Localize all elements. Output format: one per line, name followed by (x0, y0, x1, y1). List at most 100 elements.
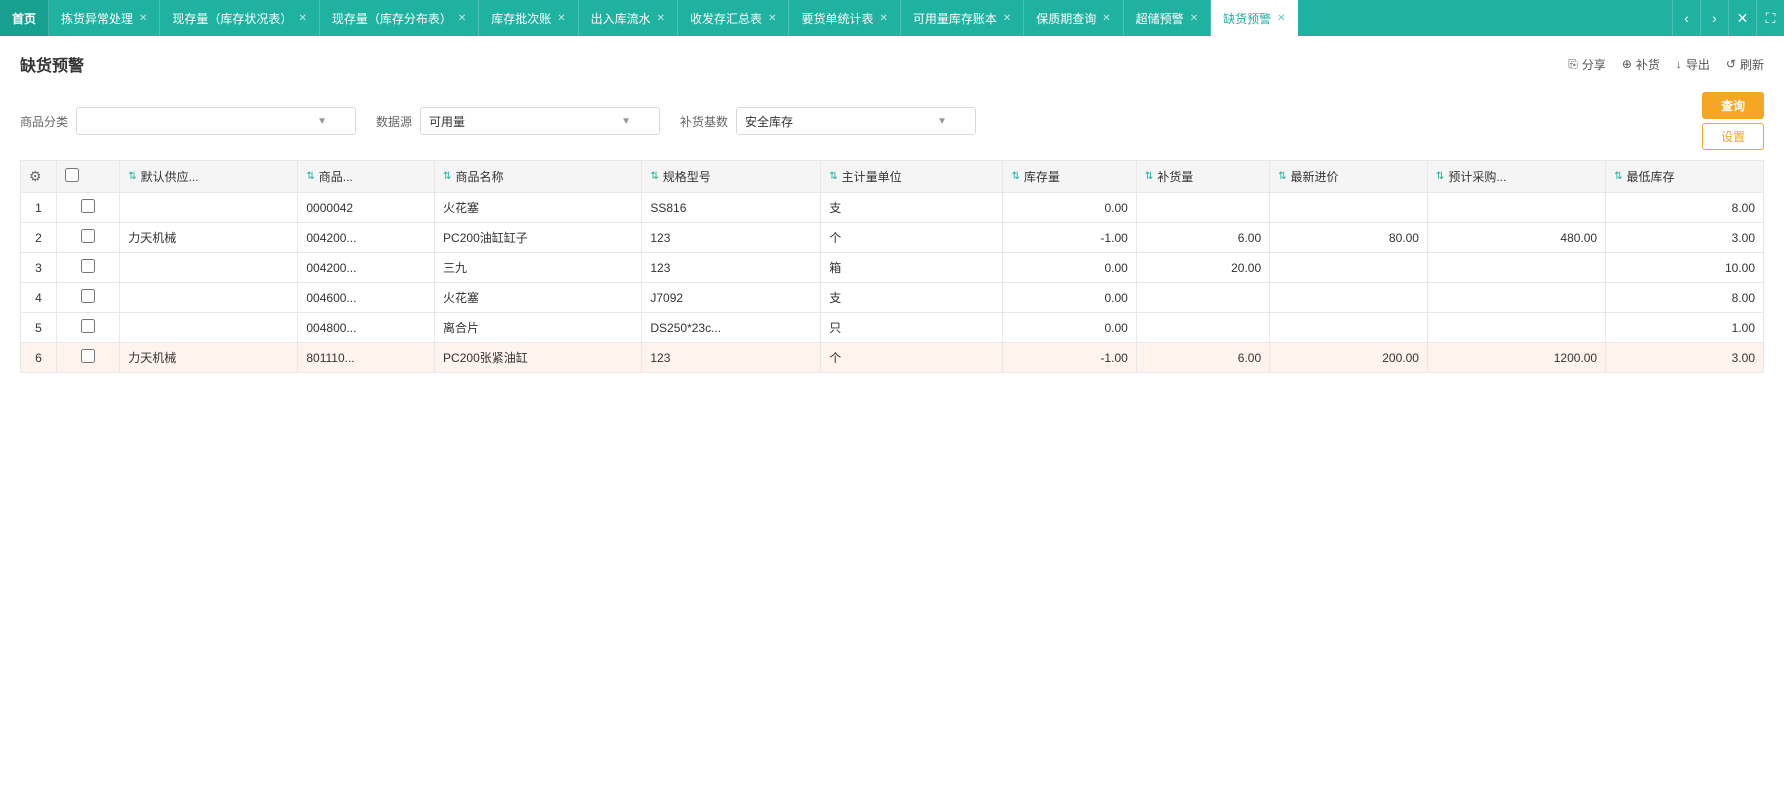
export-button[interactable]: ↓ 导出 (1676, 56, 1710, 73)
sort-icon: ⇅ (306, 171, 314, 182)
row-est-purchase: 1200.00 (1427, 343, 1605, 373)
row-stock: 0.00 (1003, 253, 1136, 283)
category-label: 商品分类 (20, 113, 68, 130)
row-replenish (1136, 313, 1269, 343)
th-latest-price: ⇅ 最新进价 (1270, 161, 1428, 193)
row-checkbox[interactable] (81, 289, 95, 303)
refresh-button[interactable]: ↺ 刷新 (1726, 56, 1764, 73)
row-supplier (120, 283, 298, 313)
row-goods-name: 离合片 (435, 313, 642, 343)
tab-kucunpici[interactable]: 库存批次账 ✕ (479, 0, 578, 36)
close-icon[interactable]: ✕ (139, 13, 147, 24)
row-spec: DS250*23c... (642, 313, 821, 343)
table-row: 2 力天机械 004200... PC200油缸缸子 123 个 -1.00 6… (21, 223, 1764, 253)
row-no: 4 (21, 283, 57, 313)
row-checkbox[interactable] (81, 349, 95, 363)
tab-home[interactable]: 首页 (0, 0, 49, 36)
th-spec: ⇅ 规格型号 (642, 161, 821, 193)
th-goods-name: ⇅ 商品名称 (435, 161, 642, 193)
th-stock: ⇅ 库存量 (1003, 161, 1136, 193)
row-latest-price (1270, 253, 1428, 283)
tab-next-button[interactable]: › (1700, 0, 1728, 36)
tab-xiancunliang2[interactable]: 现存量（库存分布表） ✕ (320, 0, 479, 36)
category-select[interactable]: ▼ (76, 107, 356, 135)
row-checkbox[interactable] (81, 319, 95, 333)
tab-churuku[interactable]: 出入库流水 ✕ (579, 0, 678, 36)
close-icon[interactable]: ✕ (298, 13, 306, 24)
close-icon[interactable]: ✕ (1277, 13, 1285, 24)
row-checkbox[interactable] (81, 229, 95, 243)
tab-baozhi[interactable]: 保质期查询 ✕ (1024, 0, 1123, 36)
tab-fullscreen-button[interactable]: ⛶ (1756, 0, 1784, 36)
row-latest-price (1270, 283, 1428, 313)
tab-keyongliang[interactable]: 可用量库存账本 ✕ (901, 0, 1024, 36)
tab-quehuo[interactable]: 缺货预警 ✕ (1211, 0, 1298, 36)
replenish-base-select[interactable]: 安全库存 ▼ (736, 107, 976, 135)
row-est-purchase: 480.00 (1427, 223, 1605, 253)
row-goods-name: 火花塞 (435, 283, 642, 313)
tab-jianhuoyichang[interactable]: 拣货异常处理 ✕ (49, 0, 160, 36)
th-est-purchase: ⇅ 预计采购... (1427, 161, 1605, 193)
datasource-select[interactable]: 可用量 ▼ (420, 107, 660, 135)
replenish-base-label: 补货基数 (680, 113, 728, 130)
sort-icon: ⇅ (128, 171, 136, 182)
row-no: 3 (21, 253, 57, 283)
row-no: 5 (21, 313, 57, 343)
chevron-down-icon: ▼ (317, 116, 327, 127)
page-title: 缺货预警 (20, 52, 84, 76)
row-spec: 123 (642, 253, 821, 283)
close-icon[interactable]: ✕ (657, 13, 665, 24)
export-icon: ↓ (1676, 57, 1682, 71)
tab-close-button[interactable]: ✕ (1728, 0, 1756, 36)
datasource-filter-group: 数据源 可用量 ▼ (376, 107, 660, 135)
row-min-stock: 1.00 (1606, 313, 1764, 343)
tab-shoufa[interactable]: 收发存汇总表 ✕ (678, 0, 789, 36)
filter-row: 商品分类 ▼ 数据源 可用量 ▼ 补货基数 安全库存 ▼ 查询 设置 (20, 92, 1764, 150)
row-checkbox-cell (57, 253, 120, 283)
close-icon[interactable]: ✕ (768, 13, 776, 24)
close-icon[interactable]: ✕ (1190, 13, 1198, 24)
share-button[interactable]: ⎘ 分享 (1568, 56, 1606, 73)
th-replenish: ⇅ 补货量 (1136, 161, 1269, 193)
row-goods-name: 火花塞 (435, 193, 642, 223)
row-unit: 只 (821, 313, 1003, 343)
row-unit: 支 (821, 283, 1003, 313)
chevron-down-icon: ▼ (621, 116, 631, 127)
main-content: 缺货预警 ⎘ 分享 ⊕ 补货 ↓ 导出 ↺ 刷新 商品分类 (0, 36, 1784, 796)
tab-yaohuo[interactable]: 要货单统计表 ✕ (789, 0, 900, 36)
th-checkbox (57, 161, 120, 193)
category-filter-group: 商品分类 ▼ (20, 107, 356, 135)
chevron-down-icon: ▼ (937, 116, 947, 127)
table-row: 4 004600... 火花塞 J7092 支 0.00 8.00 (21, 283, 1764, 313)
close-icon[interactable]: ✕ (1003, 13, 1011, 24)
tab-xiancunliang1[interactable]: 现存量（库存状况表） ✕ (160, 0, 319, 36)
row-replenish: 6.00 (1136, 343, 1269, 373)
close-icon[interactable]: ✕ (1102, 13, 1110, 24)
tab-bar: 首页 拣货异常处理 ✕ 现存量（库存状况表） ✕ 现存量（库存分布表） ✕ 库存… (0, 0, 1784, 36)
row-no: 6 (21, 343, 57, 373)
close-icon[interactable]: ✕ (557, 13, 565, 24)
sort-icon: ⇅ (1436, 171, 1444, 182)
query-button[interactable]: 查询 (1702, 92, 1764, 119)
row-goods-code: 0000042 (298, 193, 435, 223)
row-goods-code: 004200... (298, 223, 435, 253)
refresh-icon: ↺ (1726, 57, 1736, 71)
column-settings-button[interactable]: ⚙ (29, 168, 42, 185)
tab-chaochuyujing[interactable]: 超储预警 ✕ (1124, 0, 1211, 36)
tab-prev-button[interactable]: ‹ (1672, 0, 1700, 36)
row-checkbox-cell (57, 343, 120, 373)
settings-button[interactable]: 设置 (1702, 123, 1764, 150)
close-icon[interactable]: ✕ (458, 13, 466, 24)
th-settings: ⚙ (21, 161, 57, 193)
row-checkbox[interactable] (81, 259, 95, 273)
row-no: 2 (21, 223, 57, 253)
row-supplier (120, 253, 298, 283)
close-icon[interactable]: ✕ (879, 13, 887, 24)
row-checkbox[interactable] (81, 199, 95, 213)
data-table: ⚙ ⇅ 默认供应... ⇅ 商品... (20, 160, 1764, 373)
tab-nav-buttons: ‹ › ✕ ⛶ (1672, 0, 1784, 36)
row-goods-name: 三九 (435, 253, 642, 283)
table-header-row: ⚙ ⇅ 默认供应... ⇅ 商品... (21, 161, 1764, 193)
replenish-button[interactable]: ⊕ 补货 (1622, 56, 1660, 73)
select-all-checkbox[interactable] (65, 168, 79, 182)
